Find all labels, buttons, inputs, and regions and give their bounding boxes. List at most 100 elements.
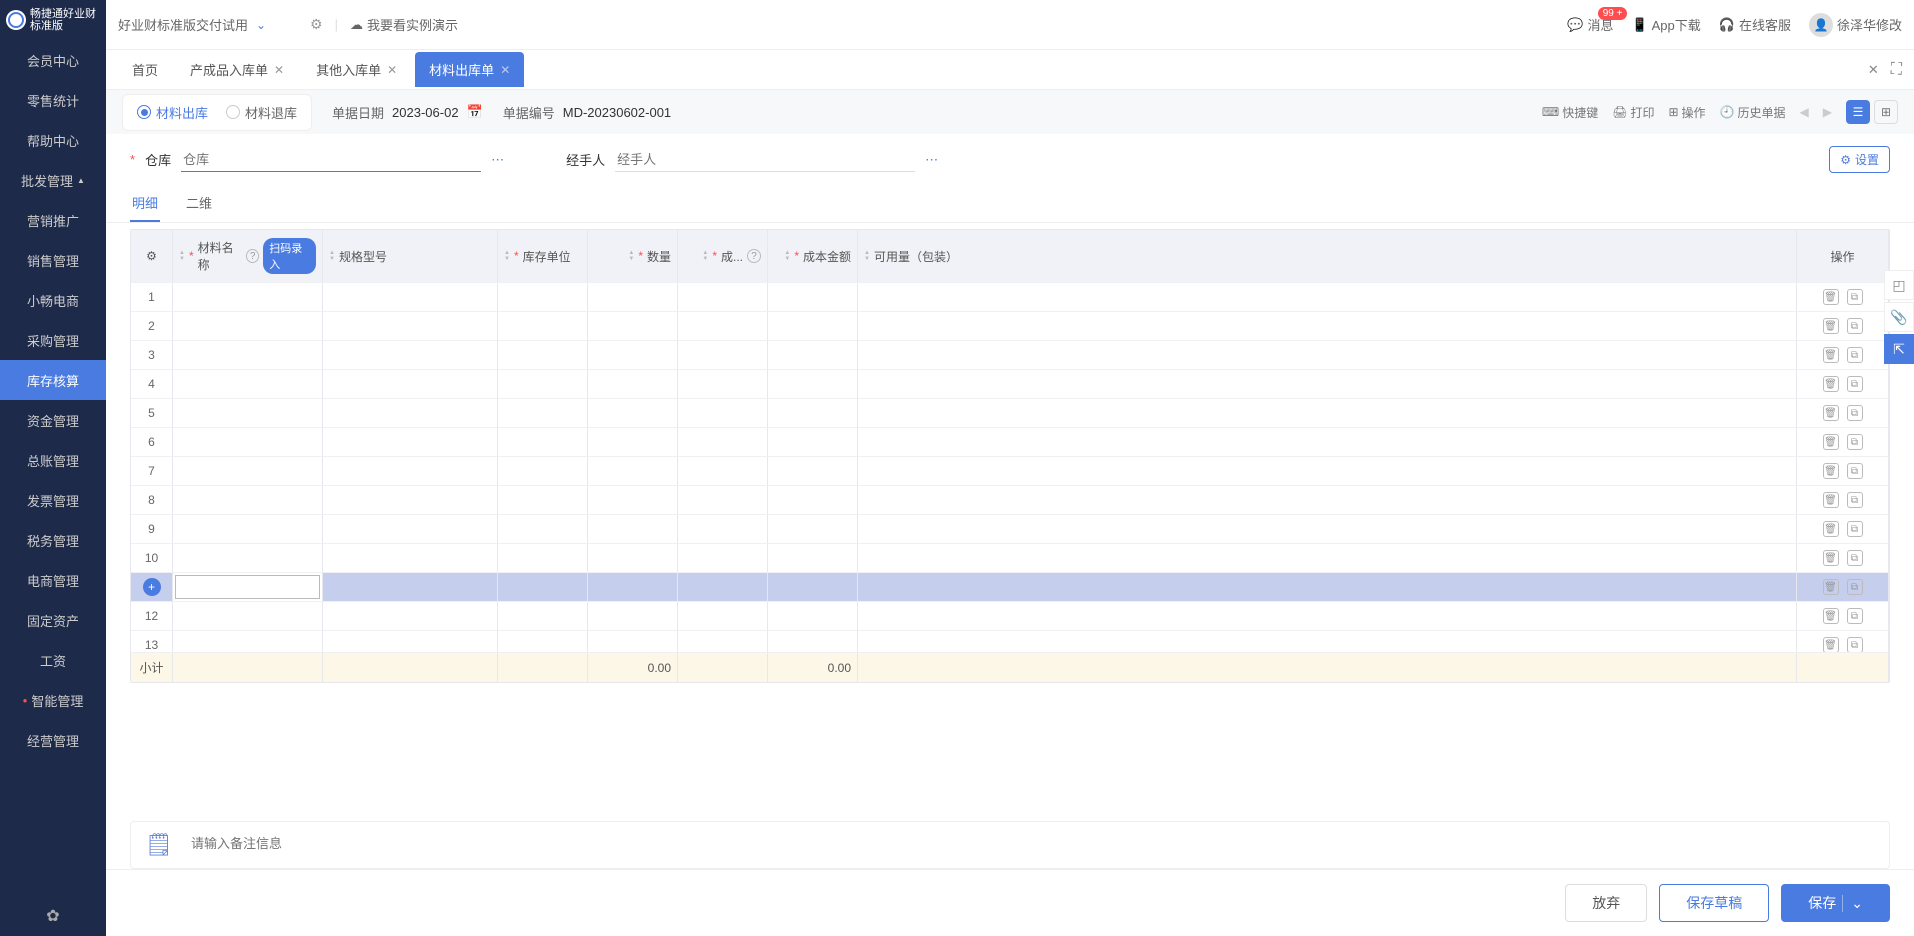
delete-row-icon[interactable]: 🗑 xyxy=(1823,637,1839,652)
delete-row-icon[interactable]: 🗑 xyxy=(1823,521,1839,537)
copy-row-icon[interactable]: ⧉ xyxy=(1847,347,1863,363)
messages-button[interactable]: 💬 消息 99 + xyxy=(1567,15,1613,34)
sidebar-item-1[interactable]: 零售统计 xyxy=(0,80,106,120)
col-unit[interactable]: ▲▼*库存单位 xyxy=(498,230,588,282)
table-row[interactable]: 6🗑⧉ xyxy=(131,427,1889,456)
sidebar-item-13[interactable]: 电商管理 xyxy=(0,560,106,600)
sidebar-item-3[interactable]: 批发管理 xyxy=(0,160,106,200)
col-gear[interactable]: ⚙ xyxy=(131,230,173,282)
col-cost[interactable]: ▲▼*成...? xyxy=(678,230,768,282)
table-row[interactable]: 4🗑⧉ xyxy=(131,369,1889,398)
tab-close-all[interactable]: ✕ xyxy=(1868,62,1879,78)
sidebar-settings-icon[interactable]: ✿ xyxy=(0,896,106,936)
sidebar-item-15[interactable]: 工资 xyxy=(0,640,106,680)
table-row[interactable]: 5🗑⧉ xyxy=(131,398,1889,427)
copy-row-icon[interactable]: ⧉ xyxy=(1847,318,1863,334)
col-name[interactable]: ▲▼ *材料名称 ? 扫码录入 xyxy=(173,230,323,282)
copy-row-icon[interactable]: ⧉ xyxy=(1847,637,1863,652)
delete-row-icon[interactable]: 🗑 xyxy=(1823,318,1839,334)
demo-link[interactable]: ☁ 我要看实例演示 xyxy=(350,15,458,34)
sidebar-item-12[interactable]: 税务管理 xyxy=(0,520,106,560)
close-icon[interactable]: ✕ xyxy=(500,63,510,77)
tab-0[interactable]: 首页 xyxy=(118,52,172,87)
gear-icon[interactable]: ⚙ xyxy=(310,16,323,33)
discard-button[interactable]: 放弃 xyxy=(1565,884,1647,922)
app-download-button[interactable]: 📱 App下载 xyxy=(1631,15,1700,34)
table-row[interactable]: 12🗑⧉ xyxy=(131,601,1889,630)
delete-row-icon[interactable]: 🗑 xyxy=(1823,579,1839,595)
col-amount[interactable]: ▲▼*成本金额 xyxy=(768,230,858,282)
copy-row-icon[interactable]: ⧉ xyxy=(1847,463,1863,479)
sidebar-item-9[interactable]: 资金管理 xyxy=(0,400,106,440)
close-icon[interactable]: ✕ xyxy=(274,63,284,77)
side-tool-expand[interactable]: ⇱ xyxy=(1884,334,1914,364)
sidebar-item-6[interactable]: 小畅电商 xyxy=(0,280,106,320)
tab-1[interactable]: 产成品入库单✕ xyxy=(176,52,298,87)
delete-row-icon[interactable]: 🗑 xyxy=(1823,550,1839,566)
view-list[interactable]: ☰ xyxy=(1846,100,1870,124)
warehouse-input[interactable] xyxy=(181,148,481,172)
copy-row-icon[interactable]: ⧉ xyxy=(1847,405,1863,421)
table-row[interactable]: 1🗑⧉ xyxy=(131,282,1889,311)
copy-row-icon[interactable]: ⧉ xyxy=(1847,434,1863,450)
subtab-detail[interactable]: 明细 xyxy=(130,185,160,222)
side-tool-attach[interactable]: 📎 xyxy=(1884,302,1914,332)
radio-return[interactable]: 材料退库 xyxy=(226,103,297,122)
settings-button[interactable]: ⚙ 设置 xyxy=(1829,146,1890,173)
table-row[interactable]: 10🗑⧉ xyxy=(131,543,1889,572)
table-row[interactable]: 9🗑⧉ xyxy=(131,514,1889,543)
copy-row-icon[interactable]: ⧉ xyxy=(1847,376,1863,392)
history-button[interactable]: 🕘 历史单据 xyxy=(1720,104,1786,121)
close-icon[interactable]: ✕ xyxy=(387,63,397,77)
warehouse-picker-icon[interactable]: ⋯ xyxy=(491,152,506,168)
help-icon[interactable]: ? xyxy=(747,249,761,263)
chevron-down-icon[interactable]: ⌄ xyxy=(256,18,266,32)
delete-row-icon[interactable]: 🗑 xyxy=(1823,608,1839,624)
delete-row-icon[interactable]: 🗑 xyxy=(1823,289,1839,305)
tab-3[interactable]: 材料出库单✕ xyxy=(415,52,524,87)
sidebar-item-14[interactable]: 固定资产 xyxy=(0,600,106,640)
fullscreen-icon[interactable]: ⛶ xyxy=(1891,61,1902,79)
add-row-icon[interactable]: + xyxy=(143,578,161,596)
subtab-2d[interactable]: 二维 xyxy=(184,185,214,222)
table-row[interactable]: 7🗑⧉ xyxy=(131,456,1889,485)
copy-row-icon[interactable]: ⧉ xyxy=(1847,579,1863,595)
nav-next[interactable]: ▶ xyxy=(1823,105,1832,119)
remark-input[interactable] xyxy=(187,832,1875,855)
table-row[interactable]: 2🗑⧉ xyxy=(131,311,1889,340)
col-avail[interactable]: ▲▼可用量（包装） xyxy=(858,230,1797,282)
delete-row-icon[interactable]: 🗑 xyxy=(1823,405,1839,421)
print-button[interactable]: 🖨 打印 xyxy=(1612,104,1654,121)
tab-2[interactable]: 其他入库单✕ xyxy=(302,52,411,87)
table-row[interactable]: 13🗑⧉ xyxy=(131,630,1889,652)
shortcut-button[interactable]: ⌨ 快捷键 xyxy=(1542,104,1598,121)
scan-badge[interactable]: 扫码录入 xyxy=(263,238,316,274)
copy-row-icon[interactable]: ⧉ xyxy=(1847,550,1863,566)
col-spec[interactable]: ▲▼规格型号 xyxy=(323,230,498,282)
delete-row-icon[interactable]: 🗑 xyxy=(1823,434,1839,450)
copy-row-icon[interactable]: ⧉ xyxy=(1847,521,1863,537)
sidebar-item-11[interactable]: 发票管理 xyxy=(0,480,106,520)
nav-prev[interactable]: ◀ xyxy=(1800,105,1809,119)
sidebar-item-0[interactable]: 会员中心 xyxy=(0,40,106,80)
calendar-icon[interactable]: 📅 xyxy=(467,104,483,120)
sidebar-item-17[interactable]: 经营管理 xyxy=(0,720,106,760)
user-menu[interactable]: 👤 徐泽华修改 xyxy=(1809,13,1902,37)
view-card[interactable]: ⊞ xyxy=(1874,100,1898,124)
sidebar-item-4[interactable]: 营销推广 xyxy=(0,200,106,240)
table-row[interactable]: 8🗑⧉ xyxy=(131,485,1889,514)
sidebar-item-5[interactable]: 销售管理 xyxy=(0,240,106,280)
date-value[interactable]: 2023-06-02 xyxy=(392,105,459,120)
sidebar-item-2[interactable]: 帮助中心 xyxy=(0,120,106,160)
copy-row-icon[interactable]: ⧉ xyxy=(1847,608,1863,624)
service-button[interactable]: 🎧 在线客服 xyxy=(1719,15,1791,34)
table-row[interactable]: 3🗑⧉ xyxy=(131,340,1889,369)
help-icon[interactable]: ? xyxy=(246,249,259,263)
handler-picker-icon[interactable]: ⋯ xyxy=(925,152,940,168)
sidebar-item-8[interactable]: 库存核算 xyxy=(0,360,106,400)
copy-row-icon[interactable]: ⧉ xyxy=(1847,492,1863,508)
side-tool-1[interactable]: ◰ xyxy=(1884,270,1914,300)
copy-row-icon[interactable]: ⧉ xyxy=(1847,289,1863,305)
delete-row-icon[interactable]: 🗑 xyxy=(1823,492,1839,508)
delete-row-icon[interactable]: 🗑 xyxy=(1823,376,1839,392)
